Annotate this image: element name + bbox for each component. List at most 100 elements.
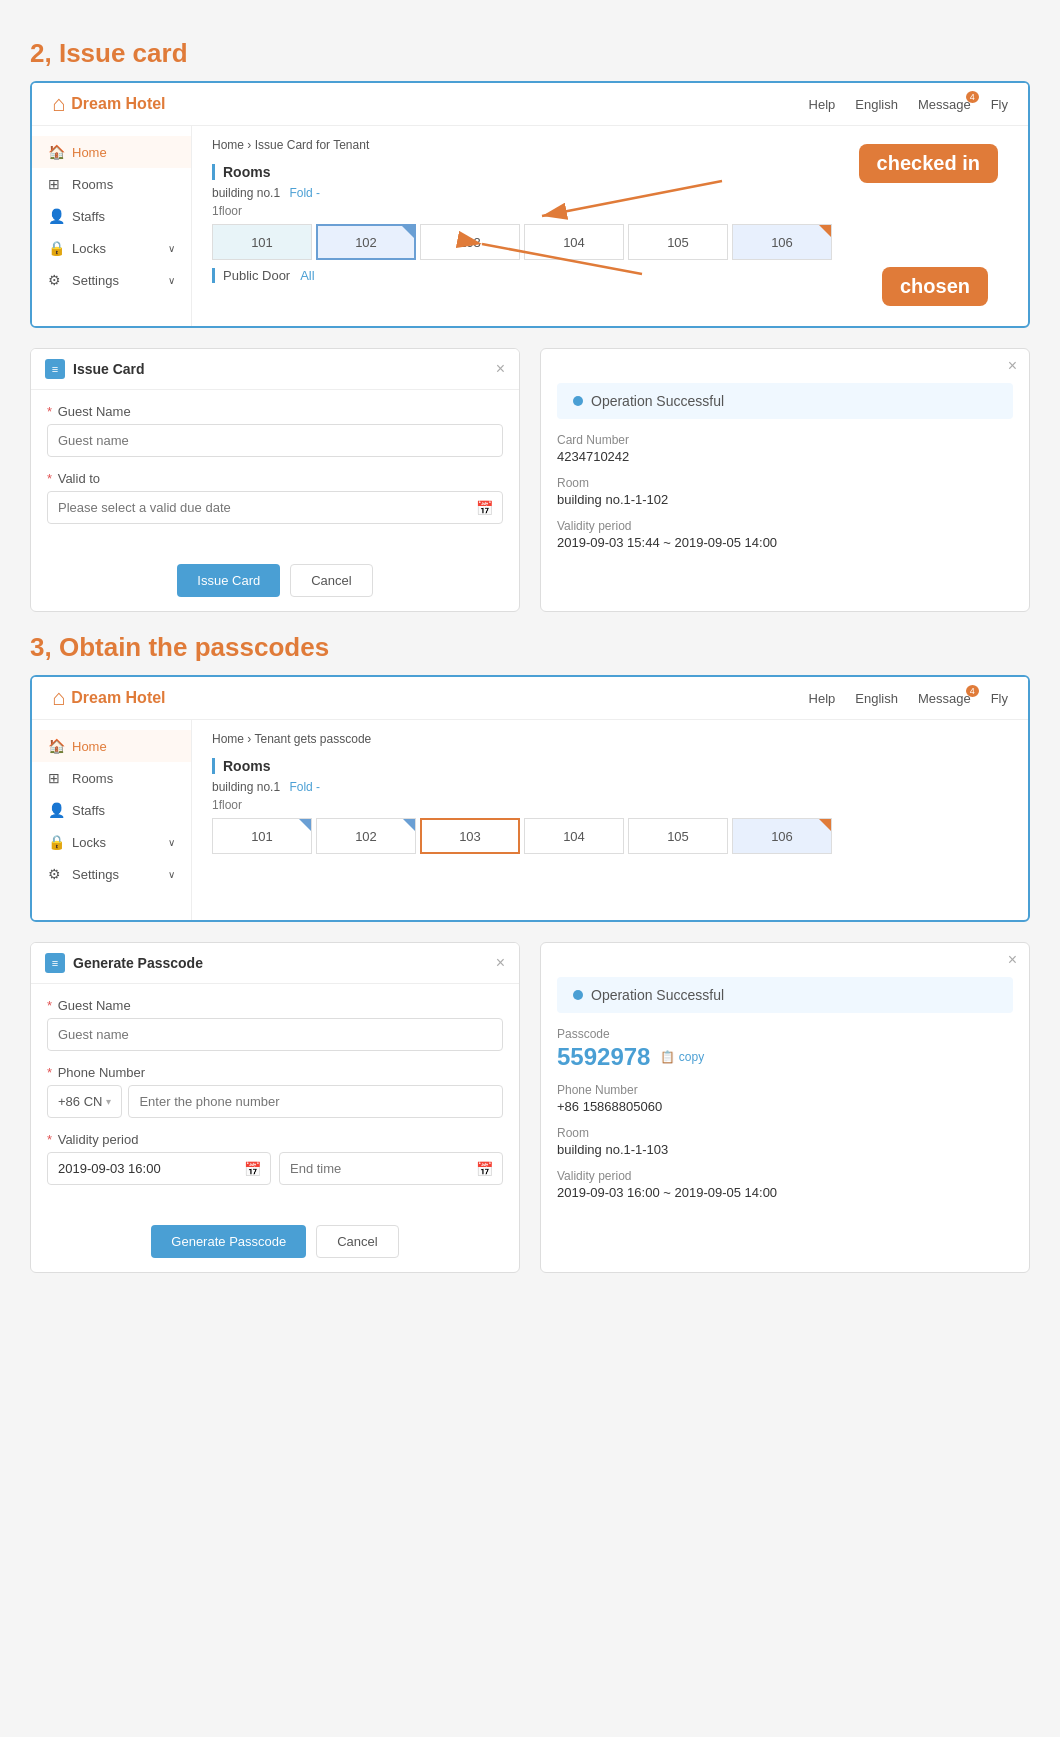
generate-passcode-cancel-btn[interactable]: Cancel — [316, 1225, 398, 1258]
card-validity-value: 2019-09-03 15:44 ~ 2019-09-05 14:00 — [557, 535, 1013, 550]
room2-102-label: 102 — [355, 829, 377, 844]
sidebar2-staffs-label: Staffs — [72, 803, 105, 818]
public-door-label: Public Door — [223, 268, 290, 283]
issue-card-close[interactable]: × — [496, 360, 505, 378]
room-106-label: 106 — [771, 235, 793, 250]
generate-passcode-header: ≡ Generate Passcode × — [31, 943, 519, 984]
sidebar-item-settings[interactable]: ⚙ Settings ∨ — [32, 264, 191, 296]
generate-passcode-btn[interactable]: Generate Passcode — [151, 1225, 306, 1258]
modals-row-1: ≡ Issue Card × * Guest Name * Valid to — [30, 348, 1030, 612]
gp-start-time-input[interactable] — [47, 1152, 271, 1185]
passcode-room-label: Room — [557, 1126, 1013, 1140]
copy-label: copy — [679, 1050, 704, 1064]
gp-phone-required: * — [47, 1065, 52, 1080]
generate-passcode-footer: Generate Passcode Cancel — [31, 1213, 519, 1272]
hotel-body-2: 🏠 Home ⊞ Rooms 👤 Staffs 🔒 Locks ∨ ⚙ Sett… — [32, 720, 1028, 920]
success-passcode-close[interactable]: × — [1008, 951, 1017, 969]
room2-101[interactable]: 101 — [212, 818, 312, 854]
passcode-validity-label: Validity period — [557, 1169, 1013, 1183]
all-link[interactable]: All — [300, 268, 314, 283]
success-card-close[interactable]: × — [1008, 357, 1017, 375]
passcode-room-value: building no.1-1-103 — [557, 1142, 1013, 1157]
valid-to-input[interactable] — [47, 491, 503, 524]
breadcrumb2-home[interactable]: Home — [212, 732, 244, 746]
nav2-message[interactable]: Message — [918, 691, 971, 706]
room2-105[interactable]: 105 — [628, 818, 728, 854]
gp-guest-name-input[interactable] — [47, 1018, 503, 1051]
success-card-panel: × Operation Successful Card Number 42347… — [540, 348, 1030, 612]
sidebar2-item-home[interactable]: 🏠 Home — [32, 730, 191, 762]
fold-link-2[interactable]: Fold - — [289, 780, 320, 794]
nav-message[interactable]: Message — [918, 97, 971, 112]
nav2-english[interactable]: English — [855, 691, 898, 706]
room2-102[interactable]: 102 — [316, 818, 416, 854]
sidebar2-item-locks[interactable]: 🔒 Locks ∨ — [32, 826, 191, 858]
gp-end-time-input[interactable] — [279, 1152, 503, 1185]
hotel-logo-1: ⌂ Dream Hotel — [52, 91, 166, 117]
sidebar-item-locks[interactable]: 🔒 Locks ∨ — [32, 232, 191, 264]
gp-phone-input[interactable] — [128, 1085, 503, 1118]
room2-101-label: 101 — [251, 829, 273, 844]
room-104[interactable]: 104 — [524, 224, 624, 260]
room-104-label: 104 — [563, 235, 585, 250]
room-101[interactable]: 101 — [212, 224, 312, 260]
nav-fly[interactable]: Fly — [991, 97, 1008, 112]
room-106[interactable]: 106 — [732, 224, 832, 260]
card-validity-field: Validity period 2019-09-03 15:44 ~ 2019-… — [557, 519, 1013, 550]
hotel-sidebar-2: 🏠 Home ⊞ Rooms 👤 Staffs 🔒 Locks ∨ ⚙ Sett… — [32, 720, 192, 920]
issue-card-cancel-btn[interactable]: Cancel — [290, 564, 372, 597]
home2-icon: 🏠 — [48, 738, 64, 754]
end-calendar-icon: 📅 — [476, 1161, 493, 1177]
success-card-body: Card Number 4234710242 Room building no.… — [541, 433, 1029, 578]
floor-label-2: 1floor — [212, 798, 1008, 812]
sidebar-settings-label: Settings — [72, 273, 119, 288]
gp-end-time-wrapper: 📅 — [279, 1152, 503, 1185]
success-passcode-dot — [573, 990, 583, 1000]
room2-106[interactable]: 106 — [732, 818, 832, 854]
sidebar2-item-staffs[interactable]: 👤 Staffs — [32, 794, 191, 826]
room-105[interactable]: 105 — [628, 224, 728, 260]
rooms-grid-2: 101 102 103 104 105 106 — [212, 818, 1008, 854]
settings-arrow-icon: ∨ — [168, 275, 175, 286]
room2-102-triangle — [403, 819, 415, 831]
room-102-triangle — [402, 226, 414, 238]
breadcrumb2-page: Tenant gets passcode — [254, 732, 371, 746]
sidebar2-locks-label: Locks — [72, 835, 106, 850]
copy-button[interactable]: 📋 copy — [660, 1050, 704, 1064]
copy-icon: 📋 — [660, 1050, 675, 1064]
room2-103[interactable]: 103 — [420, 818, 520, 854]
issue-card-btn[interactable]: Issue Card — [177, 564, 280, 597]
nav2-fly[interactable]: Fly — [991, 691, 1008, 706]
room2-104-label: 104 — [563, 829, 585, 844]
nav-help[interactable]: Help — [809, 97, 836, 112]
sidebar-item-home[interactable]: 🏠 Home — [32, 136, 191, 168]
gp-phone-country[interactable]: +86 CN ▾ — [47, 1085, 122, 1118]
valid-to-field: * Valid to 📅 — [47, 471, 503, 524]
fold-link-1[interactable]: Fold - — [289, 186, 320, 200]
sidebar2-item-rooms[interactable]: ⊞ Rooms — [32, 762, 191, 794]
generate-passcode-close[interactable]: × — [496, 954, 505, 972]
success-passcode-status-text: Operation Successful — [591, 987, 724, 1003]
nav2-help[interactable]: Help — [809, 691, 836, 706]
sidebar2-item-settings[interactable]: ⚙ Settings ∨ — [32, 858, 191, 890]
valid-to-required: * — [47, 471, 52, 486]
success-passcode-status: Operation Successful — [557, 977, 1013, 1013]
room-101-label: 101 — [251, 235, 273, 250]
sidebar-item-rooms[interactable]: ⊞ Rooms — [32, 168, 191, 200]
sidebar-item-staffs[interactable]: 👤 Staffs — [32, 200, 191, 232]
gp-phone-field: * Phone Number +86 CN ▾ — [47, 1065, 503, 1118]
passcode-value: 5592978 — [557, 1043, 650, 1071]
section1-title: 2, Issue card — [30, 38, 1030, 69]
room-102[interactable]: 102 — [316, 224, 416, 260]
valid-to-input-wrapper: 📅 — [47, 491, 503, 524]
nav-english[interactable]: English — [855, 97, 898, 112]
card-number-value: 4234710242 — [557, 449, 1013, 464]
gp-phone-label: * Phone Number — [47, 1065, 503, 1080]
breadcrumb-home[interactable]: Home — [212, 138, 244, 152]
sidebar-locks-label: Locks — [72, 241, 106, 256]
room-103[interactable]: 103 — [420, 224, 520, 260]
locks-icon: 🔒 — [48, 240, 64, 256]
guest-name-input[interactable] — [47, 424, 503, 457]
card-validity-label: Validity period — [557, 519, 1013, 533]
room2-104[interactable]: 104 — [524, 818, 624, 854]
